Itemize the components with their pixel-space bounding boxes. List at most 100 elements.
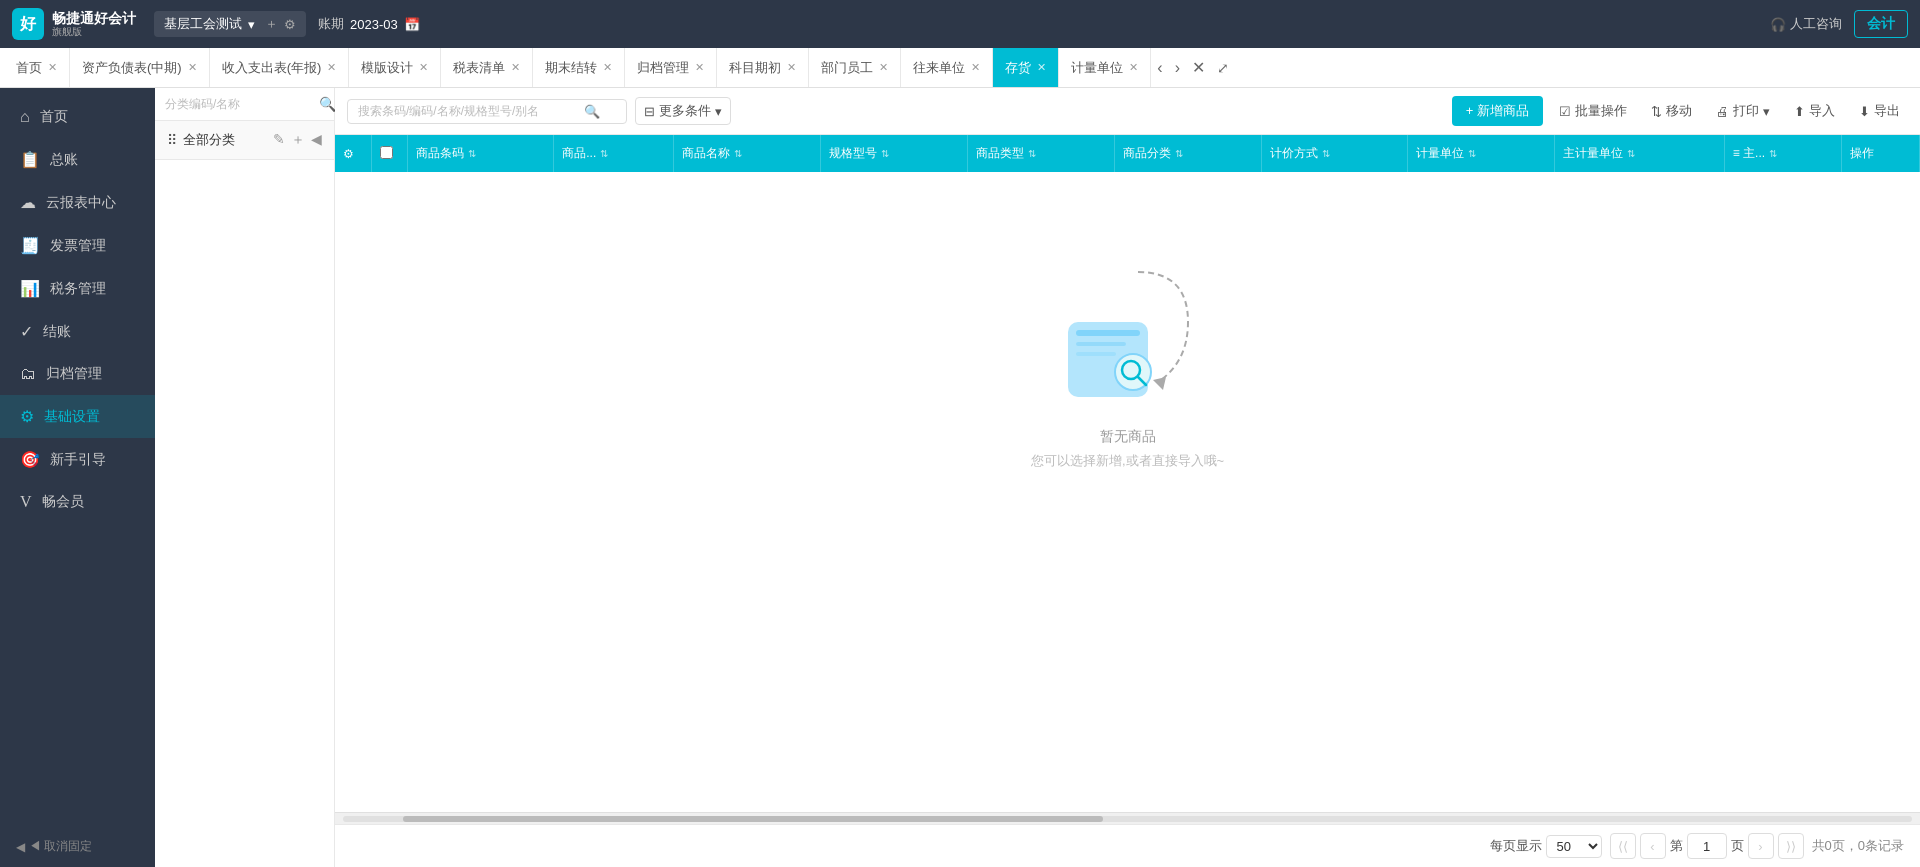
import-label: 导入 — [1809, 102, 1835, 120]
sort-barcode-icon[interactable]: ⇅ — [468, 148, 476, 159]
th-category-label: 商品分类 — [1123, 145, 1171, 162]
sort-spec-icon[interactable]: ⇅ — [881, 148, 889, 159]
batch-op-button[interactable]: ☑ 批量操作 — [1551, 98, 1635, 124]
th-checkbox[interactable] — [371, 135, 407, 172]
tab-close-dept[interactable]: ✕ — [879, 61, 888, 74]
tab-label: 税表清单 — [453, 59, 505, 77]
sort-code-icon[interactable]: ⇅ — [600, 148, 608, 159]
tab-label: 首页 — [16, 59, 42, 77]
tab-prev-button[interactable]: ‹ — [1151, 55, 1168, 81]
tab-close-subject[interactable]: ✕ — [787, 61, 796, 74]
left-panel: 🔍 ⠿ 全部分类 ✎ ＋ ◀ — [155, 88, 335, 867]
tab-balance[interactable]: 资产负债表(中期) ✕ — [70, 48, 210, 88]
tab-inventory[interactable]: 存货 ✕ — [993, 48, 1059, 88]
all-category-item[interactable]: ⠿ 全部分类 ✎ ＋ ◀ — [155, 121, 334, 160]
checkbox-icon: ☑ — [1559, 104, 1571, 119]
plus-icon[interactable]: ＋ — [265, 15, 278, 33]
product-search-input[interactable] — [358, 104, 578, 118]
sort-unit-icon[interactable]: ⇅ — [1468, 148, 1476, 159]
page-prev-button[interactable]: ‹ — [1640, 833, 1666, 859]
search-icon[interactable]: 🔍 — [584, 104, 600, 119]
archive-icon: 🗂 — [20, 365, 36, 383]
tab-close-template[interactable]: ✕ — [419, 61, 428, 74]
sidebar-item-settings[interactable]: ⚙ 基础设置 — [0, 395, 155, 438]
tab-close-inventory[interactable]: ✕ — [1037, 61, 1046, 74]
tab-close-income[interactable]: ✕ — [327, 61, 336, 74]
th-settings[interactable]: ⚙ — [335, 135, 371, 172]
sort-main-unit-icon[interactable]: ⇅ — [1627, 148, 1635, 159]
move-button[interactable]: ⇅ 移动 — [1643, 98, 1700, 124]
horizontal-scrollbar[interactable] — [335, 812, 1920, 824]
tab-home[interactable]: 首页 ✕ — [4, 48, 70, 88]
tab-template[interactable]: 模版设计 ✕ — [349, 48, 441, 88]
per-page-select[interactable]: 50 10 20 100 — [1546, 835, 1602, 858]
import-icon: ⬆ — [1794, 104, 1805, 119]
sort-price-icon[interactable]: ⇅ — [1322, 148, 1330, 159]
tab-taxlist[interactable]: 税表清单 ✕ — [441, 48, 533, 88]
tab-label: 归档管理 — [637, 59, 689, 77]
sort-main2-icon[interactable]: ⇅ — [1769, 148, 1777, 159]
kuaiji-button[interactable]: 会计 — [1854, 10, 1908, 38]
edit-category-icon[interactable]: ✎ — [273, 131, 285, 149]
settings-icon[interactable]: ⚙ — [284, 17, 296, 32]
sidebar-item-archive[interactable]: 🗂 归档管理 — [0, 353, 155, 395]
add-category-icon[interactable]: ＋ — [291, 131, 305, 149]
export-button[interactable]: ⬇ 导出 — [1851, 98, 1908, 124]
tab-income[interactable]: 收入支出表(年报) ✕ — [210, 48, 350, 88]
tab-close-all-button[interactable]: ✕ — [1186, 54, 1211, 81]
print-label: 打印 — [1733, 102, 1759, 120]
sidebar-item-guide[interactable]: 🎯 新手引导 — [0, 438, 155, 481]
page-last-button[interactable]: ⟩⟩ — [1778, 833, 1804, 859]
empty-arrow-svg — [1048, 252, 1208, 412]
tab-close-home[interactable]: ✕ — [48, 61, 57, 74]
consult-button[interactable]: 🎧 人工咨询 — [1770, 15, 1842, 33]
th-main2: ≡ 主... ⇅ — [1724, 135, 1841, 172]
tab-close-period[interactable]: ✕ — [603, 61, 612, 74]
page-first-button[interactable]: ⟨⟨ — [1610, 833, 1636, 859]
page-next-button[interactable]: › — [1748, 833, 1774, 859]
tab-next-button[interactable]: › — [1169, 55, 1186, 81]
sort-category-icon[interactable]: ⇅ — [1175, 148, 1183, 159]
sidebar-item-tax[interactable]: 📊 税务管理 — [0, 267, 155, 310]
tab-label: 计量单位 — [1071, 59, 1123, 77]
svg-rect-3 — [1076, 342, 1126, 346]
tab-close-archive[interactable]: ✕ — [695, 61, 704, 74]
unpin-button[interactable]: ◀ ◀ 取消固定 — [0, 826, 155, 867]
tab-close-balance[interactable]: ✕ — [188, 61, 197, 74]
category-search-icon[interactable]: 🔍 — [319, 96, 336, 112]
calendar-icon[interactable]: 📅 — [404, 17, 420, 32]
sort-name-icon[interactable]: ⇅ — [734, 148, 742, 159]
page-number-input[interactable] — [1687, 833, 1727, 859]
sidebar-item-reports[interactable]: ☁ 云报表中心 — [0, 181, 155, 224]
th-unit: 计量单位 ⇅ — [1408, 135, 1555, 172]
sort-type-icon[interactable]: ⇅ — [1028, 148, 1036, 159]
company-selector[interactable]: 基层工会测试 ▾ ＋ ⚙ — [154, 11, 306, 37]
tab-close-taxlist[interactable]: ✕ — [511, 61, 520, 74]
sidebar-item-ledger[interactable]: 📋 总账 — [0, 138, 155, 181]
tab-unit[interactable]: 计量单位 ✕ — [1059, 48, 1151, 88]
new-product-button[interactable]: + 新增商品 — [1452, 96, 1543, 126]
collapse-panel-icon[interactable]: ◀ — [311, 131, 322, 149]
tab-archive[interactable]: 归档管理 ✕ — [625, 48, 717, 88]
empty-state: 暂无商品 您可以选择新增,或者直接导入哦~ — [335, 172, 1920, 550]
sidebar-label-ledger: 总账 — [50, 151, 78, 169]
sidebar-item-member[interactable]: V 畅会员 — [0, 481, 155, 523]
column-settings-icon[interactable]: ⚙ — [343, 147, 354, 161]
scroll-thumb[interactable] — [403, 816, 1103, 822]
tab-contacts[interactable]: 往来单位 ✕ — [901, 48, 993, 88]
sidebar-item-invoice[interactable]: 🧾 发票管理 — [0, 224, 155, 267]
tab-close-contacts[interactable]: ✕ — [971, 61, 980, 74]
import-button[interactable]: ⬆ 导入 — [1786, 98, 1843, 124]
print-button[interactable]: 🖨 打印 ▾ — [1708, 98, 1778, 124]
select-all-checkbox[interactable] — [380, 146, 393, 159]
sidebar-item-checkout[interactable]: ✓ 结账 — [0, 310, 155, 353]
tab-expand-button[interactable]: ⤢ — [1211, 56, 1235, 80]
main-layout: ⌂ 首页 📋 总账 ☁ 云报表中心 🧾 发票管理 📊 税务管理 ✓ 结账 🗂 归… — [0, 88, 1920, 867]
tab-dept[interactable]: 部门员工 ✕ — [809, 48, 901, 88]
more-conditions-button[interactable]: ⊟ 更多条件 ▾ — [635, 97, 731, 125]
sidebar-item-home[interactable]: ⌂ 首页 — [0, 96, 155, 138]
tab-period-close[interactable]: 期末结转 ✕ — [533, 48, 625, 88]
tab-subject[interactable]: 科目期初 ✕ — [717, 48, 809, 88]
category-search-input[interactable] — [165, 97, 315, 111]
tab-close-unit[interactable]: ✕ — [1129, 61, 1138, 74]
